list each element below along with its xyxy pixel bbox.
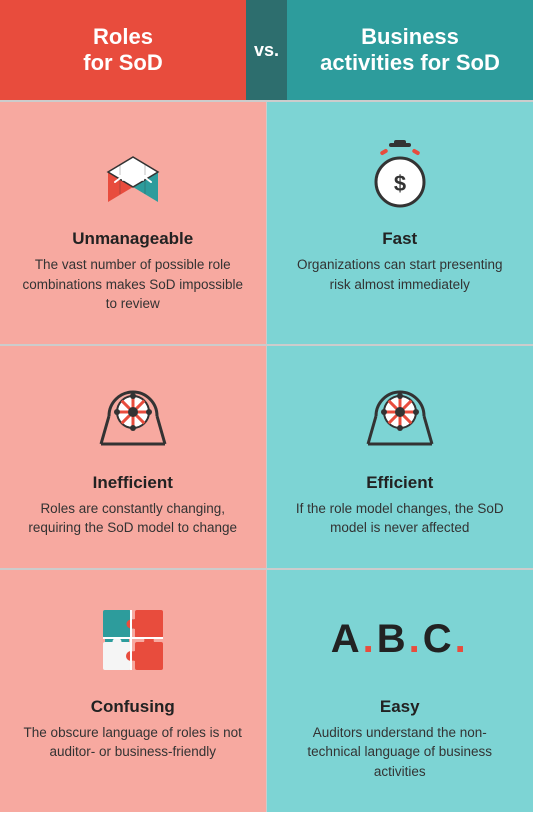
cell-fast: $ Fast Organizations can start presentin… bbox=[267, 102, 533, 344]
header-left-title: Rolesfor SoD bbox=[83, 24, 162, 77]
cell-efficient: Efficient If the role model changes, the… bbox=[267, 346, 533, 568]
confusing-desc: The obscure language of roles is not aud… bbox=[20, 723, 246, 762]
efficient-desc: If the role model changes, the SoD model… bbox=[287, 499, 514, 538]
abc-label: A.B.C. bbox=[331, 617, 469, 662]
row-1: Unmanageable The vast number of possible… bbox=[0, 100, 533, 344]
fast-title: Fast bbox=[382, 229, 417, 249]
row-2: Inefficient Roles are constantly changin… bbox=[0, 344, 533, 568]
fast-desc: Organizations can start presenting risk … bbox=[287, 255, 514, 294]
easy-title: Easy bbox=[380, 697, 420, 717]
cell-confusing: Confusing The obscure language of roles … bbox=[0, 570, 267, 812]
header-right-title: Businessactivities for SoD bbox=[320, 24, 500, 77]
inefficient-desc: Roles are constantly changing, requiring… bbox=[20, 499, 246, 538]
unmanageable-title: Unmanageable bbox=[72, 229, 193, 249]
page-header: Rolesfor SoD vs. Businessactivities for … bbox=[0, 0, 533, 100]
efficient-title: Efficient bbox=[366, 473, 433, 493]
header-vs-label: vs. bbox=[246, 0, 287, 100]
cell-inefficient: Inefficient Roles are constantly changin… bbox=[0, 346, 267, 568]
cell-unmanageable: Unmanageable The vast number of possible… bbox=[0, 102, 267, 344]
inefficient-title: Inefficient bbox=[93, 473, 173, 493]
puzzle-icon bbox=[88, 127, 178, 217]
cell-easy: A.B.C. Easy Auditors understand the non-… bbox=[267, 570, 533, 812]
header-left: Rolesfor SoD bbox=[0, 0, 246, 100]
abc-icon: A.B.C. bbox=[355, 595, 445, 685]
vs-text: vs. bbox=[254, 40, 279, 61]
easy-desc: Auditors understand the non-technical la… bbox=[287, 723, 514, 782]
header-right: Businessactivities for SoD bbox=[287, 0, 533, 100]
wheel-broken-icon bbox=[88, 371, 178, 461]
confusing-title: Confusing bbox=[91, 697, 175, 717]
row-3: Confusing The obscure language of roles … bbox=[0, 568, 533, 812]
stopwatch-icon: $ bbox=[355, 127, 445, 217]
unmanageable-desc: The vast number of possible role combina… bbox=[20, 255, 246, 314]
svg-text:$: $ bbox=[394, 171, 406, 196]
puzzle-pieces-icon bbox=[88, 595, 178, 685]
wheel-icon bbox=[355, 371, 445, 461]
